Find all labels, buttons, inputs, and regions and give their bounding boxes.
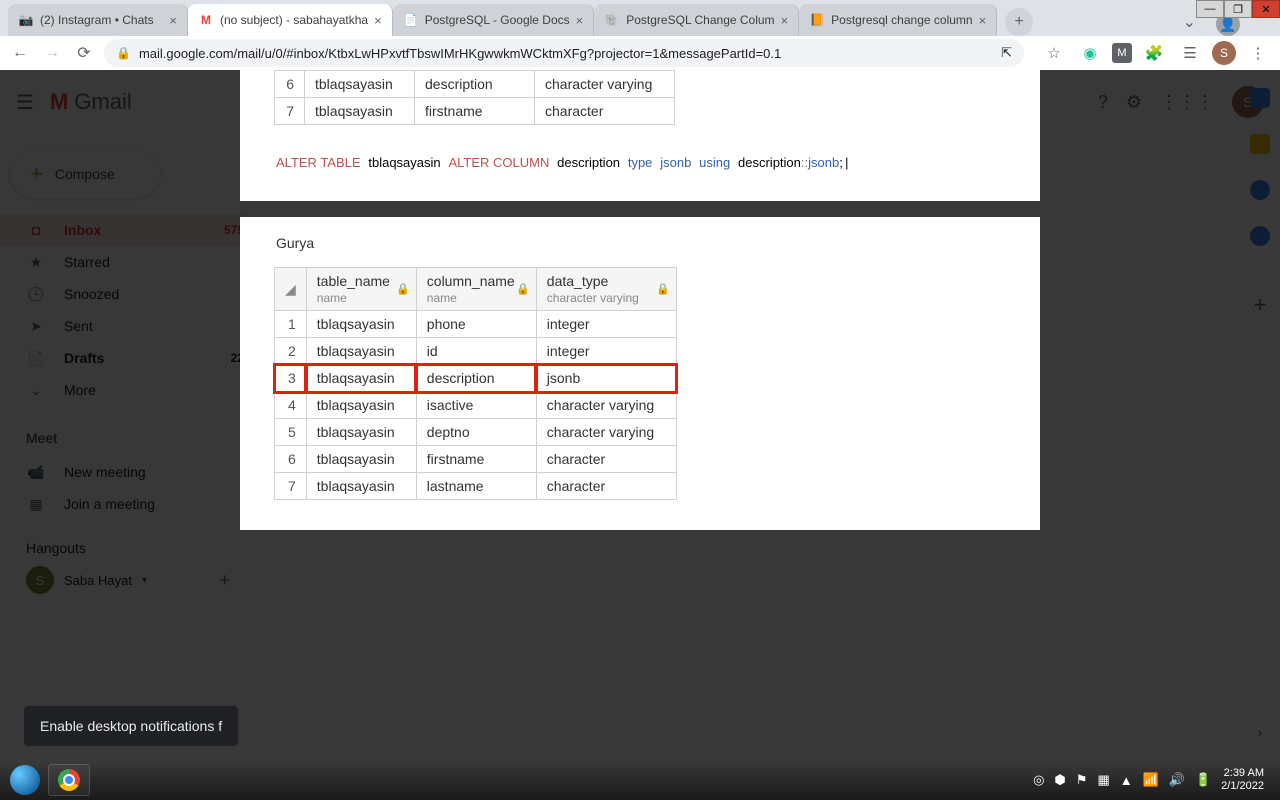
gurya-label: Gurya: [276, 235, 1040, 251]
tab-strip: 📷 (2) Instagram • Chats × M (no subject)…: [0, 0, 1280, 36]
table-row: 5tblaqsayasindeptnocharacter varying: [275, 419, 677, 446]
share-icon[interactable]: ⇱: [1001, 45, 1012, 61]
tab-title: Postgresql change column: [831, 13, 972, 27]
start-button[interactable]: [6, 764, 44, 796]
stackoverflow-icon: 📙: [809, 12, 825, 28]
menu-icon[interactable]: ⋮: [1244, 39, 1272, 67]
tab-close-icon[interactable]: ×: [374, 13, 382, 28]
star-icon[interactable]: ☆: [1040, 39, 1068, 67]
tab-title: PostgreSQL Change Colum: [626, 13, 774, 27]
tab-close-icon[interactable]: ×: [781, 13, 789, 28]
tab-pg-column[interactable]: 📙 Postgresql change column ×: [799, 4, 997, 36]
schema-table-top: 6tblaqsayasindescriptioncharacter varyin…: [274, 70, 675, 125]
tray-icon[interactable]: ◎: [1033, 772, 1044, 788]
windows-icon: [10, 765, 40, 795]
table-row: 7tblaqsayasinlastnamecharacter: [275, 473, 677, 500]
col-header-column-name: column_namename🔒: [416, 268, 536, 311]
table-row: 7tblaqsayasinfirstnamecharacter: [275, 98, 675, 125]
tray-icon[interactable]: ▦: [1097, 772, 1109, 788]
clock[interactable]: 2:39 AM 2/1/2022: [1221, 767, 1264, 793]
time-text: 2:39 AM: [1221, 767, 1264, 780]
chrome-profile-avatar[interactable]: S: [1212, 41, 1236, 65]
new-tab-button[interactable]: +: [1005, 8, 1033, 36]
instagram-icon: 📷: [18, 12, 34, 28]
browser-chrome: 📷 (2) Instagram • Chats × M (no subject)…: [0, 0, 1280, 70]
lock-icon: 🔒: [516, 283, 530, 296]
tab-close-icon[interactable]: ×: [979, 13, 987, 28]
address-bar[interactable]: 🔒 mail.google.com/mail/u/0/#inbox/KtbxLw…: [104, 39, 1024, 67]
toolbar: ← → ⟳ 🔒 mail.google.com/mail/u/0/#inbox/…: [0, 36, 1280, 70]
battery-icon[interactable]: 🔋: [1195, 772, 1211, 788]
col-header-table-name: table_namename🔒: [306, 268, 416, 311]
tab-pg-change[interactable]: 🐘 PostgreSQL Change Colum ×: [594, 4, 799, 36]
reload-button[interactable]: ⟳: [72, 41, 96, 65]
taskbar: ◎ ⬢ ⚑ ▦ ▲ 📶 🔊 🔋 2:39 AM 2/1/2022: [0, 760, 1280, 800]
extensions-icon[interactable]: 🧩: [1140, 39, 1168, 67]
window-close[interactable]: ✕: [1252, 0, 1280, 18]
table-row: 2tblaqsayasinidinteger: [275, 338, 677, 365]
volume-icon[interactable]: 🔊: [1169, 772, 1185, 788]
attachment-viewer: 6tblaqsayasindescriptioncharacter varyin…: [0, 70, 1280, 760]
tab-title: (no subject) - sabahayatkha: [220, 13, 368, 27]
table-row: 6tblaqsayasindescriptioncharacter varyin…: [275, 71, 675, 98]
tray-icon[interactable]: ▲: [1120, 773, 1133, 788]
col-header-data-type: data_typecharacter varying🔒: [536, 268, 676, 311]
tab-close-icon[interactable]: ×: [169, 13, 177, 28]
attachment-image-1: 6tblaqsayasindescriptioncharacter varyin…: [240, 70, 1040, 201]
extension-grammarly-icon[interactable]: ◉: [1076, 39, 1104, 67]
reading-list-icon[interactable]: ☰: [1176, 39, 1204, 67]
table-row: 4tblaqsayasinisactivecharacter varying: [275, 392, 677, 419]
table-corner: ◢: [275, 268, 307, 311]
schema-table-main: ◢ table_namename🔒 column_namename🔒 data_…: [274, 267, 677, 500]
table-row: 1tblaqsayasinphoneinteger: [275, 311, 677, 338]
tab-gmail[interactable]: M (no subject) - sabahayatkha ×: [188, 4, 393, 36]
table-row: 3tblaqsayasindescriptionjsonb: [275, 365, 677, 392]
tab-title: (2) Instagram • Chats: [40, 13, 163, 27]
lock-icon: 🔒: [656, 283, 670, 296]
postgres-icon: 🐘: [604, 12, 620, 28]
tab-close-icon[interactable]: ×: [576, 13, 584, 28]
back-button[interactable]: ←: [8, 41, 32, 65]
system-tray: ◎ ⬢ ⚑ ▦ ▲ 📶 🔊 🔋 2:39 AM 2/1/2022: [1033, 767, 1274, 793]
date-text: 2/1/2022: [1221, 780, 1264, 793]
window-minimize[interactable]: —: [1196, 0, 1224, 18]
url-text: mail.google.com/mail/u/0/#inbox/KtbxLwHP…: [139, 46, 781, 61]
attachment-image-2: Gurya ◢ table_namename🔒 column_namename🔒…: [240, 217, 1040, 530]
tab-gdocs[interactable]: 📄 PostgreSQL - Google Docs ×: [393, 4, 595, 36]
lock-icon: 🔒: [396, 283, 410, 296]
forward-button[interactable]: →: [40, 41, 64, 65]
window-maximize[interactable]: ❐: [1224, 0, 1252, 18]
extension-icon[interactable]: M: [1112, 43, 1132, 63]
table-row: 6tblaqsayasinfirstnamecharacter: [275, 446, 677, 473]
tab-instagram[interactable]: 📷 (2) Instagram • Chats ×: [8, 4, 188, 36]
tray-icon[interactable]: ⬢: [1054, 772, 1065, 788]
docs-icon: 📄: [403, 12, 419, 28]
taskbar-app-chrome[interactable]: [48, 764, 90, 796]
gmail-icon: M: [198, 12, 214, 28]
sql-statement: ALTER TABLE tblaqsayasin ALTER COLUMN de…: [276, 155, 1040, 171]
chrome-icon: [58, 769, 80, 791]
tab-title: PostgreSQL - Google Docs: [425, 13, 570, 27]
lock-icon: 🔒: [116, 46, 131, 60]
tray-icon[interactable]: ⚑: [1076, 772, 1088, 788]
network-icon[interactable]: 📶: [1143, 772, 1159, 788]
chevron-down-icon[interactable]: ⌄: [1183, 12, 1196, 32]
